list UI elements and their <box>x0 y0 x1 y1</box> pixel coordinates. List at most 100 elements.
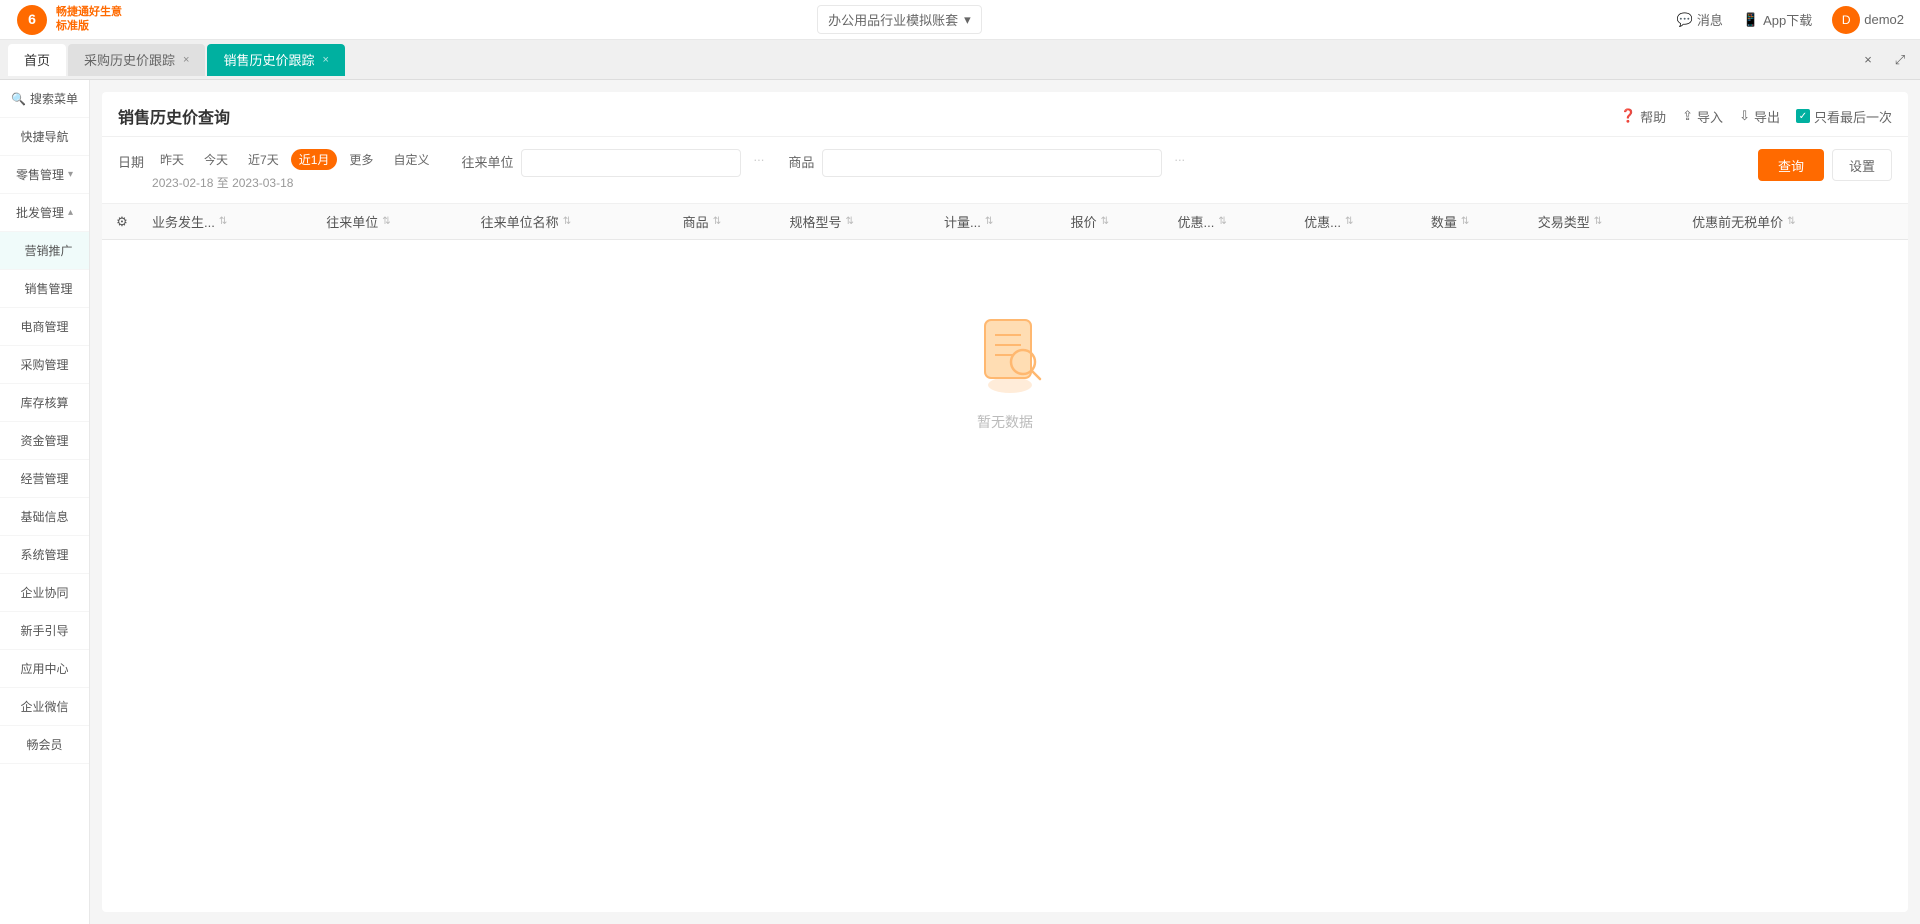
table-col-biz-date[interactable]: 业务发生... ⇅ <box>142 204 316 240</box>
table-col-business-unit[interactable]: 往来单位 ⇅ <box>316 204 470 240</box>
page-title: 销售历史价查询 <box>118 104 230 128</box>
message-icon: 💬 <box>1677 12 1693 28</box>
top-header: 6 畅捷通好生意 标准版 办公用品行业模拟账套 ▾ 💬 消息 📱 App下载 D… <box>0 0 1920 40</box>
empty-state: 暂无数据 <box>102 240 1908 492</box>
query-button[interactable]: 查询 <box>1758 149 1824 181</box>
sort-icon: ⇅ <box>1218 216 1226 227</box>
gear-icon: ⚙ <box>116 214 128 229</box>
user-action[interactable]: D demo2 <box>1832 6 1904 34</box>
sidebar-item-wholesale[interactable]: 批发管理 ▴ <box>0 194 89 232</box>
tab-purchase-close[interactable]: × <box>183 54 189 66</box>
sort-icon: ⇅ <box>219 216 227 227</box>
content-area: 销售历史价查询 ❓ 帮助 ⇪ 导入 ⇩ 导出 ✓ <box>90 80 1920 924</box>
sidebar-item-beginner[interactable]: 新手引导 <box>0 612 89 650</box>
date-buttons: 昨天 今天 近7天 近1月 更多 自定义 <box>152 149 437 170</box>
table-col-trade-type[interactable]: 交易类型 ⇅ <box>1528 204 1682 240</box>
table-col-discount1[interactable]: 优惠... ⇅ <box>1168 204 1295 240</box>
header-right: 💬 消息 📱 App下载 D demo2 <box>1677 6 1904 34</box>
sidebar-item-sales-mgmt[interactable]: 销售管理 <box>0 270 89 308</box>
table-wrapper: ⚙ 业务发生... ⇅ 往来单位 <box>102 204 1908 912</box>
page-actions: ❓ 帮助 ⇪ 导入 ⇩ 导出 ✓ 只看最后一次 <box>1620 107 1892 126</box>
chevron-down-icon: ▾ <box>964 12 971 28</box>
product-label: 商品 <box>788 149 814 177</box>
svg-text:6: 6 <box>28 11 36 27</box>
checkbox-checked-icon: ✓ <box>1796 109 1810 123</box>
sort-icon: ⇅ <box>563 216 571 227</box>
product-input[interactable] <box>822 149 1162 177</box>
product-filter-group: 商品 ... <box>788 149 1185 177</box>
date-range-text: 2023-02-18 至 2023-03-18 <box>152 174 437 191</box>
table-col-discount2[interactable]: 优惠... ⇅ <box>1294 204 1421 240</box>
logo-area: 6 畅捷通好生意 标准版 <box>16 4 122 36</box>
sidebar-item-system[interactable]: 系统管理 <box>0 536 89 574</box>
table-col-gear[interactable]: ⚙ <box>102 204 142 240</box>
date-filter-options: 昨天 今天 近7天 近1月 更多 自定义 2023-02-18 至 2023-0… <box>152 149 437 191</box>
help-icon: ❓ <box>1620 108 1636 124</box>
tab-home[interactable]: 首页 <box>8 44 66 76</box>
tab-purchase-history[interactable]: 采购历史价跟踪 × <box>68 44 205 76</box>
sidebar-item-quick-nav[interactable]: 快捷导航 <box>0 118 89 156</box>
date-btn-today[interactable]: 今天 <box>196 149 236 170</box>
table-col-price-notax[interactable]: 优惠前无税单价 ⇅ <box>1682 204 1908 240</box>
tab-sales-history[interactable]: 销售历史价跟踪 × <box>207 44 344 76</box>
date-btn-more[interactable]: 更多 <box>341 149 381 170</box>
date-filter-group: 日期 昨天 今天 近7天 近1月 更多 自定义 2023-02-18 至 202… <box>118 149 437 191</box>
sort-icon: ⇅ <box>1345 216 1353 227</box>
table-col-spec[interactable]: 规格型号 ⇅ <box>780 204 934 240</box>
sort-icon: ⇅ <box>1101 216 1109 227</box>
table-col-unit[interactable]: 计量... ⇅ <box>934 204 1061 240</box>
sidebar-item-ecommerce[interactable]: 电商管理 <box>0 308 89 346</box>
only-last-checkbox[interactable]: ✓ 只看最后一次 <box>1796 107 1892 126</box>
sidebar-item-app-center[interactable]: 应用中心 <box>0 650 89 688</box>
chevron-up-icon: ▴ <box>68 207 73 218</box>
setting-button[interactable]: 设置 <box>1832 149 1892 181</box>
table-col-product[interactable]: 商品 ⇅ <box>673 204 780 240</box>
sidebar-item-member[interactable]: 畅会员 <box>0 726 89 764</box>
empty-icon <box>955 300 1055 400</box>
data-table: ⚙ 业务发生... ⇅ 往来单位 <box>102 204 1908 240</box>
product-dots: ... <box>1174 149 1185 164</box>
sidebar-item-marketing[interactable]: 营销推广 <box>0 232 89 270</box>
search-icon: 🔍 <box>11 92 26 106</box>
sidebar-item-purchase[interactable]: 采购管理 <box>0 346 89 384</box>
logo-icon: 6 <box>16 4 48 36</box>
sidebar-item-inventory[interactable]: 库存核算 <box>0 384 89 422</box>
date-btn-yesterday[interactable]: 昨天 <box>152 149 192 170</box>
app-download-action[interactable]: 📱 App下载 <box>1743 10 1812 29</box>
table-header: ⚙ 业务发生... ⇅ 往来单位 <box>102 204 1908 240</box>
business-unit-dots: ... <box>753 149 764 164</box>
export-button[interactable]: ⇩ 导出 <box>1739 107 1780 126</box>
tab-close-icon[interactable]: × <box>1856 48 1880 72</box>
page-header: 销售历史价查询 ❓ 帮助 ⇪ 导入 ⇩ 导出 ✓ <box>102 92 1908 137</box>
filter-area: 日期 昨天 今天 近7天 近1月 更多 自定义 2023-02-18 至 202… <box>102 137 1908 204</box>
business-unit-input[interactable] <box>521 149 741 177</box>
help-button[interactable]: ❓ 帮助 <box>1620 107 1666 126</box>
page-card: 销售历史价查询 ❓ 帮助 ⇪ 导入 ⇩ 导出 ✓ <box>102 92 1908 912</box>
sort-icon: ⇅ <box>1594 216 1602 227</box>
import-button[interactable]: ⇪ 导入 <box>1682 107 1723 126</box>
sidebar-item-operations[interactable]: 经营管理 <box>0 460 89 498</box>
sort-icon: ⇅ <box>1787 216 1795 227</box>
app-selector[interactable]: 办公用品行业模拟账套 ▾ <box>817 5 982 34</box>
message-action[interactable]: 💬 消息 <box>1677 10 1723 29</box>
sidebar-item-enterprise-collab[interactable]: 企业协同 <box>0 574 89 612</box>
sort-icon: ⇅ <box>985 216 993 227</box>
table-col-business-unit-name[interactable]: 往来单位名称 ⇅ <box>471 204 673 240</box>
import-icon: ⇪ <box>1682 108 1693 124</box>
logo-text: 畅捷通好生意 标准版 <box>56 6 122 32</box>
download-icon: 📱 <box>1743 12 1759 28</box>
sidebar-item-retail[interactable]: 零售管理 ▾ <box>0 156 89 194</box>
tab-sales-close[interactable]: × <box>322 54 328 66</box>
table-col-price[interactable]: 报价 ⇅ <box>1061 204 1168 240</box>
date-btn-1month[interactable]: 近1月 <box>291 149 338 170</box>
sidebar-item-enterprise-wechat[interactable]: 企业微信 <box>0 688 89 726</box>
sidebar-item-basic-info[interactable]: 基础信息 <box>0 498 89 536</box>
sidebar-item-search-menu[interactable]: 🔍 搜索菜单 <box>0 80 89 118</box>
date-btn-7days[interactable]: 近7天 <box>240 149 287 170</box>
chevron-down-icon: ▾ <box>68 169 73 180</box>
table-col-quantity[interactable]: 数量 ⇅ <box>1421 204 1528 240</box>
tab-expand-icon[interactable]: ⤢ <box>1888 48 1912 72</box>
date-btn-custom[interactable]: 自定义 <box>385 149 437 170</box>
sidebar-item-finance[interactable]: 资金管理 <box>0 422 89 460</box>
date-filter-label: 日期 <box>118 149 144 177</box>
